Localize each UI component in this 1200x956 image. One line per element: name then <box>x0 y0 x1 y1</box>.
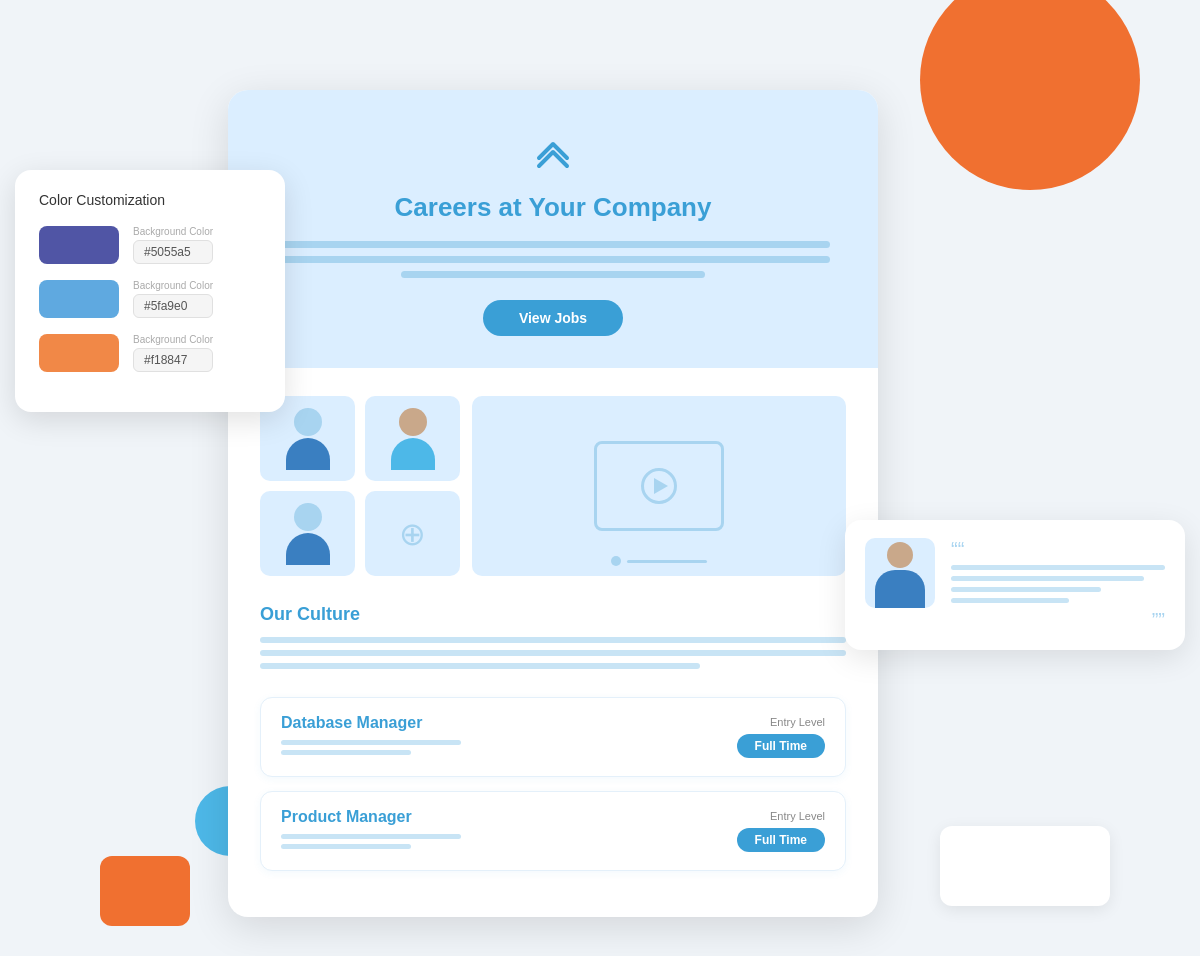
job-title-1: Database Manager <box>281 714 461 732</box>
job-left-2: Product Manager <box>281 808 461 854</box>
avatar-person-3 <box>286 503 330 565</box>
job-line-1b <box>281 750 411 755</box>
color-info-3: Background Color #f18847 <box>133 334 213 372</box>
panel-title: Color Customization <box>39 192 261 208</box>
job-right-1: Entry Level Full Time <box>737 716 825 758</box>
job-badge-2: Full Time <box>737 828 825 852</box>
media-thumbnails: ⊕ <box>260 396 460 576</box>
avatar-body-2 <box>391 438 435 470</box>
job-title-2: Product Manager <box>281 808 461 826</box>
job-lines-2 <box>281 834 461 849</box>
hero-line-2 <box>276 256 830 263</box>
hero-line-3 <box>401 271 706 278</box>
logo-icon <box>529 126 577 178</box>
culture-line-3 <box>260 663 700 669</box>
media-video-player[interactable] <box>472 396 846 576</box>
testimonial-card: ““ ”” <box>845 520 1185 650</box>
avatar-person-2 <box>391 408 435 470</box>
media-grid: ⊕ <box>260 396 846 576</box>
avatar-person-1 <box>286 408 330 470</box>
job-line-2a <box>281 834 461 839</box>
quote-open-icon: ““ <box>951 538 1165 561</box>
play-triangle-icon <box>654 478 668 494</box>
job-line-1a <box>281 740 461 745</box>
testimonial-avatar <box>865 538 935 608</box>
job-entry-label-1: Entry Level <box>770 716 825 728</box>
main-card: Careers at Your Company View Jobs <box>228 90 878 917</box>
color-swatch-1[interactable] <box>39 226 119 264</box>
color-swatch-2[interactable] <box>39 280 119 318</box>
culture-line-1 <box>260 637 846 643</box>
testimonial-avatar-body <box>875 570 925 608</box>
color-row-3: Background Color #f18847 <box>39 334 261 372</box>
hero-title: Careers at Your Company <box>395 192 712 223</box>
color-row-2: Background Color #5fa9e0 <box>39 280 261 318</box>
media-thumb-2 <box>365 396 460 481</box>
testimonial-content: ““ ”” <box>951 538 1165 632</box>
job-card-1[interactable]: Database Manager Entry Level Full Time <box>260 697 846 777</box>
culture-section-title: Our Culture <box>260 604 846 625</box>
job-right-2: Entry Level Full Time <box>737 810 825 852</box>
job-entry-label-2: Entry Level <box>770 810 825 822</box>
test-line-3 <box>951 587 1101 592</box>
hero-section: Careers at Your Company View Jobs <box>228 90 878 368</box>
quote-close-icon: ”” <box>951 609 1165 632</box>
color-label-3: Background Color <box>133 334 213 345</box>
job-lines-1 <box>281 740 461 755</box>
job-line-2b <box>281 844 411 849</box>
media-thumb-3 <box>260 491 355 576</box>
video-ctrl-dot <box>611 556 621 566</box>
job-card-2[interactable]: Product Manager Entry Level Full Time <box>260 791 846 871</box>
color-swatch-3[interactable] <box>39 334 119 372</box>
test-line-4 <box>951 598 1069 603</box>
color-value-2[interactable]: #5fa9e0 <box>133 294 213 318</box>
test-line-2 <box>951 576 1144 581</box>
decorative-small-card <box>940 826 1110 906</box>
color-value-3[interactable]: #f18847 <box>133 348 213 372</box>
avatar-head-2 <box>399 408 427 436</box>
culture-line-2 <box>260 650 846 656</box>
job-badge-1: Full Time <box>737 734 825 758</box>
job-left-1: Database Manager <box>281 714 461 760</box>
avatar-body-1 <box>286 438 330 470</box>
add-media-icon: ⊕ <box>399 518 426 550</box>
content-section: ⊕ Our Culture <box>228 368 878 917</box>
video-screen <box>594 441 724 531</box>
color-value-1[interactable]: #5055a5 <box>133 240 213 264</box>
play-button[interactable] <box>641 468 677 504</box>
view-jobs-button[interactable]: View Jobs <box>483 300 623 336</box>
avatar-body-3 <box>286 533 330 565</box>
culture-text-lines <box>260 637 846 669</box>
decorative-orange-rect <box>100 856 190 926</box>
color-customization-panel: Color Customization Background Color #50… <box>15 170 285 412</box>
test-line-1 <box>951 565 1165 570</box>
hero-line-1 <box>276 241 830 248</box>
media-thumb-add[interactable]: ⊕ <box>365 491 460 576</box>
color-info-1: Background Color #5055a5 <box>133 226 213 264</box>
video-controls <box>472 556 846 566</box>
avatar-head-3 <box>294 503 322 531</box>
color-info-2: Background Color #5fa9e0 <box>133 280 213 318</box>
avatar-head-1 <box>294 408 322 436</box>
testimonial-avatar-head <box>887 542 913 568</box>
color-label-1: Background Color <box>133 226 213 237</box>
video-progress-bar <box>627 560 707 563</box>
testimonial-text-lines <box>951 565 1165 603</box>
color-row-1: Background Color #5055a5 <box>39 226 261 264</box>
decorative-orange-circle <box>920 0 1140 190</box>
color-label-2: Background Color <box>133 280 213 291</box>
hero-lines <box>276 241 830 278</box>
